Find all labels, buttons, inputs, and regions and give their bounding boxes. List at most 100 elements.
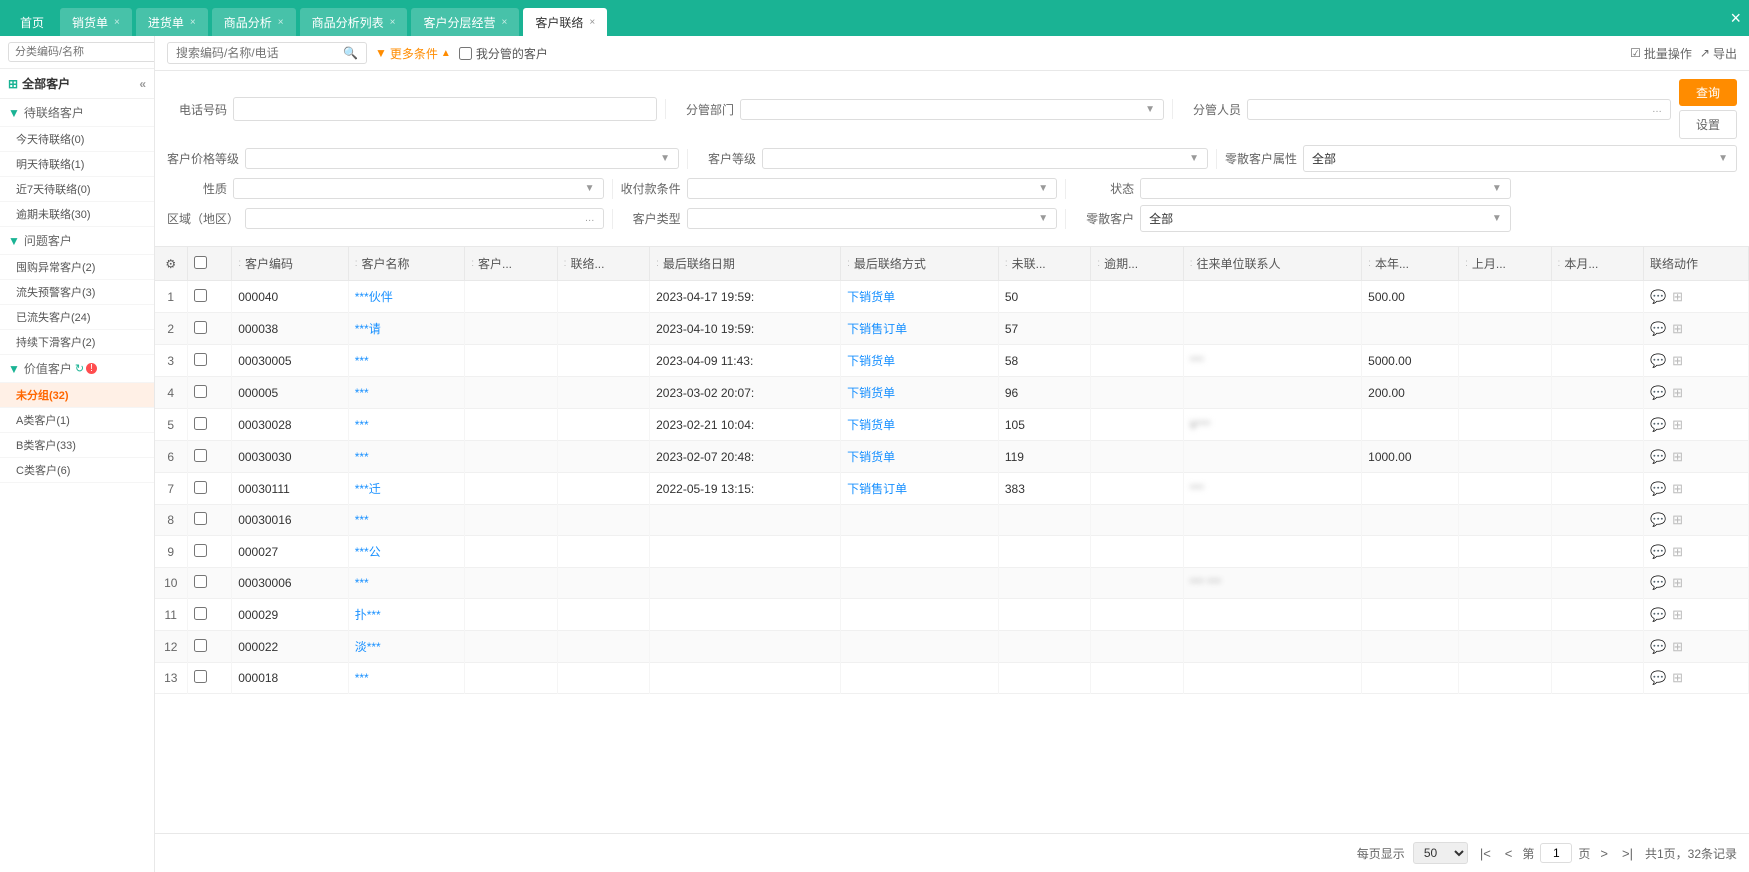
chat-icon[interactable]: 💬 bbox=[1650, 481, 1666, 497]
th-checkbox[interactable] bbox=[187, 247, 232, 281]
method-link[interactable]: 下销货单 bbox=[847, 386, 895, 400]
cell-checkbox[interactable] bbox=[187, 663, 232, 694]
chat-icon[interactable]: 💬 bbox=[1650, 670, 1666, 686]
th-contact[interactable]: :联络... bbox=[557, 247, 649, 281]
last-page-btn[interactable]: >| bbox=[1618, 844, 1637, 863]
sidebar-group-value[interactable]: ▼ 价值客户 ↻ ! bbox=[0, 355, 154, 383]
cell-checkbox[interactable] bbox=[187, 631, 232, 663]
person-select[interactable]: … bbox=[1247, 99, 1671, 120]
row-checkbox[interactable] bbox=[194, 417, 207, 430]
chat-icon[interactable]: 💬 bbox=[1650, 417, 1666, 433]
page-input[interactable] bbox=[1540, 843, 1572, 863]
chat-icon[interactable]: 💬 bbox=[1650, 575, 1666, 591]
th-last-method[interactable]: :最后联络方式 bbox=[841, 247, 999, 281]
row-checkbox[interactable] bbox=[194, 575, 207, 588]
th-company-contact[interactable]: :往来单位联系人 bbox=[1183, 247, 1361, 281]
cell-name[interactable]: 扑*** bbox=[348, 599, 465, 631]
tab-product-analysis[interactable]: 商品分析 × bbox=[212, 8, 296, 36]
sidebar-group-problem[interactable]: ▼ 问题客户 bbox=[0, 227, 154, 255]
chat-icon[interactable]: 💬 bbox=[1650, 353, 1666, 369]
next-page-btn[interactable]: > bbox=[1596, 844, 1612, 863]
customer-level-select[interactable]: ▼ bbox=[762, 148, 1208, 169]
qr-icon[interactable]: ⊞ bbox=[1672, 321, 1683, 337]
search-input[interactable] bbox=[176, 46, 339, 60]
sidebar-collapse-icon[interactable]: « bbox=[139, 77, 146, 91]
method-link[interactable]: 下销售订单 bbox=[847, 482, 907, 496]
qr-icon[interactable]: ⊞ bbox=[1672, 575, 1683, 591]
sidebar-item-churned[interactable]: 已流失客户(24) bbox=[0, 305, 154, 330]
row-checkbox[interactable] bbox=[194, 512, 207, 525]
row-checkbox[interactable] bbox=[194, 289, 207, 302]
tab-sales-close[interactable]: × bbox=[114, 17, 120, 28]
cell-name[interactable]: ***请 bbox=[348, 313, 465, 345]
sidebar-item-class-b[interactable]: B类客户(33) bbox=[0, 433, 154, 458]
sidebar-item-ungrp[interactable]: 未分组(32) bbox=[0, 383, 154, 408]
th-this-month[interactable]: :本月... bbox=[1551, 247, 1643, 281]
sidebar-item-abnormal[interactable]: 囤购异常客户(2) bbox=[0, 255, 154, 280]
retail-attr-select[interactable]: 全部 ▼ bbox=[1303, 145, 1737, 172]
th-last-date[interactable]: :最后联络日期 bbox=[650, 247, 841, 281]
row-checkbox[interactable] bbox=[194, 321, 207, 334]
row-checkbox[interactable] bbox=[194, 385, 207, 398]
cell-name[interactable]: ***公 bbox=[348, 536, 465, 568]
area-select[interactable]: … bbox=[245, 208, 604, 229]
dept-select[interactable]: ▼ bbox=[740, 99, 1164, 120]
my-customers-checkbox[interactable] bbox=[459, 47, 472, 60]
qr-icon[interactable]: ⊞ bbox=[1672, 544, 1683, 560]
status-select[interactable]: ▼ bbox=[1140, 178, 1511, 199]
cell-name[interactable]: *** bbox=[348, 568, 465, 599]
cell-checkbox[interactable] bbox=[187, 536, 232, 568]
row-checkbox[interactable] bbox=[194, 639, 207, 652]
tab-customer-contact[interactable]: 客户联络 × bbox=[523, 8, 607, 36]
sidebar-item-overdue[interactable]: 逾期未联络(30) bbox=[0, 202, 154, 227]
th-this-year[interactable]: :本年... bbox=[1362, 247, 1459, 281]
qr-icon[interactable]: ⊞ bbox=[1672, 670, 1683, 686]
payment-select[interactable]: ▼ bbox=[687, 178, 1058, 199]
tab-customer-layer[interactable]: 客户分层经营 × bbox=[411, 8, 519, 36]
th-last-month[interactable]: :上月... bbox=[1459, 247, 1551, 281]
qr-icon[interactable]: ⊞ bbox=[1672, 417, 1683, 433]
th-type[interactable]: :客户... bbox=[465, 247, 557, 281]
row-checkbox[interactable] bbox=[194, 353, 207, 366]
cell-name[interactable]: ***迁 bbox=[348, 473, 465, 505]
qr-icon[interactable]: ⊞ bbox=[1672, 481, 1683, 497]
cell-name[interactable]: 淡*** bbox=[348, 631, 465, 663]
cell-checkbox[interactable] bbox=[187, 409, 232, 441]
th-no-contact[interactable]: :未联... bbox=[998, 247, 1090, 281]
qr-icon[interactable]: ⊞ bbox=[1672, 512, 1683, 528]
qr-icon[interactable]: ⊞ bbox=[1672, 289, 1683, 305]
retail-customer-select[interactable]: 全部 ▼ bbox=[1140, 205, 1511, 232]
refresh-icon[interactable]: ↻ bbox=[75, 362, 84, 375]
sidebar-search-input[interactable] bbox=[8, 42, 155, 62]
chat-icon[interactable]: 💬 bbox=[1650, 544, 1666, 560]
method-link[interactable]: 下销售订单 bbox=[847, 322, 907, 336]
tab-sales[interactable]: 销货单 × bbox=[60, 8, 132, 36]
row-checkbox[interactable] bbox=[194, 544, 207, 557]
row-checkbox[interactable] bbox=[194, 449, 207, 462]
tab-product-analysis-list[interactable]: 商品分析列表 × bbox=[300, 8, 408, 36]
cell-name[interactable]: *** bbox=[348, 345, 465, 377]
qr-icon[interactable]: ⊞ bbox=[1672, 607, 1683, 623]
chat-icon[interactable]: 💬 bbox=[1650, 449, 1666, 465]
chat-icon[interactable]: 💬 bbox=[1650, 607, 1666, 623]
cell-checkbox[interactable] bbox=[187, 313, 232, 345]
th-overdue[interactable]: :逾期... bbox=[1091, 247, 1183, 281]
sidebar-item-tomorrow[interactable]: 明天待联络(1) bbox=[0, 152, 154, 177]
cell-name[interactable]: *** bbox=[348, 663, 465, 694]
cell-name[interactable]: *** bbox=[348, 409, 465, 441]
cell-checkbox[interactable] bbox=[187, 505, 232, 536]
method-link[interactable]: 下销货单 bbox=[847, 354, 895, 368]
gender-select[interactable]: ▼ bbox=[233, 178, 604, 199]
cell-checkbox[interactable] bbox=[187, 568, 232, 599]
tab-product-analysis-list-close[interactable]: × bbox=[390, 17, 396, 28]
cell-checkbox[interactable] bbox=[187, 377, 232, 409]
sidebar-item-declining[interactable]: 持续下滑客户(2) bbox=[0, 330, 154, 355]
tab-customer-layer-close[interactable]: × bbox=[501, 17, 507, 28]
qr-icon[interactable]: ⊞ bbox=[1672, 353, 1683, 369]
cell-name[interactable]: *** bbox=[348, 377, 465, 409]
cell-checkbox[interactable] bbox=[187, 345, 232, 377]
cell-name[interactable]: *** bbox=[348, 441, 465, 473]
cell-checkbox[interactable] bbox=[187, 473, 232, 505]
cell-checkbox[interactable] bbox=[187, 599, 232, 631]
export-btn[interactable]: ↗ 导出 bbox=[1700, 45, 1737, 62]
